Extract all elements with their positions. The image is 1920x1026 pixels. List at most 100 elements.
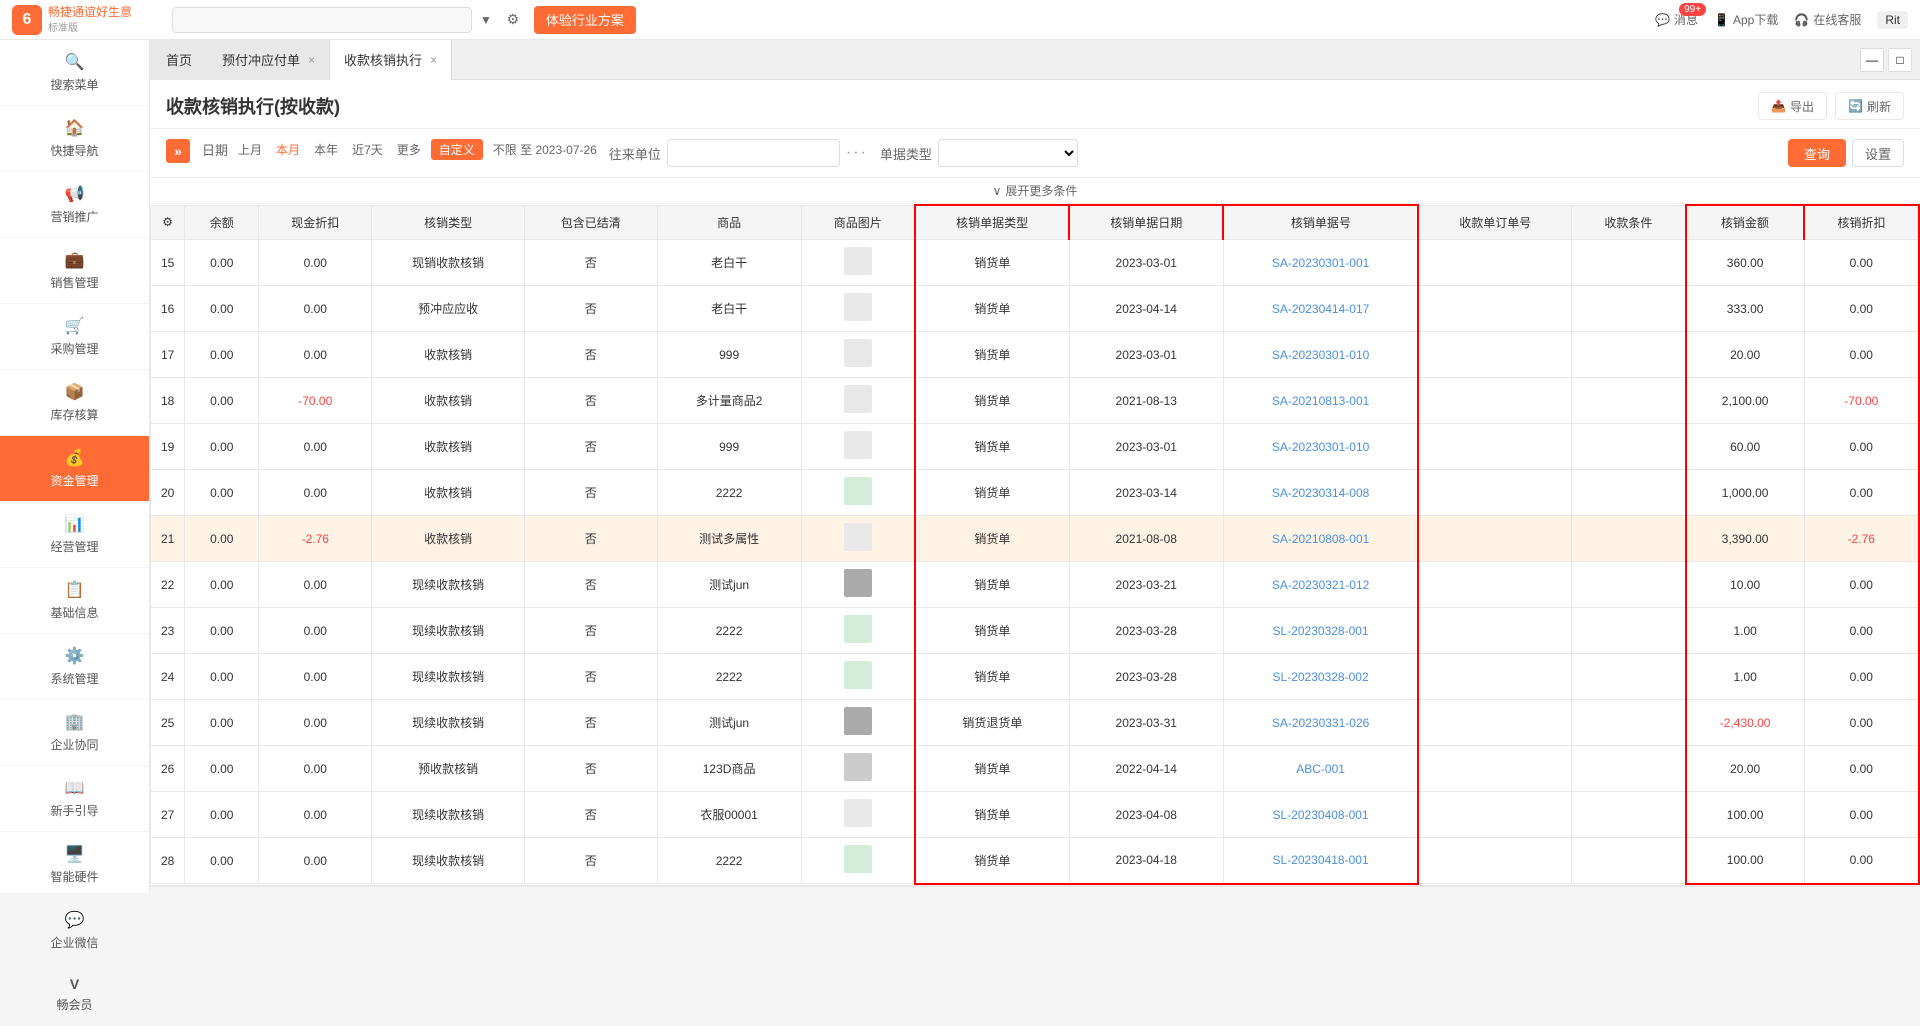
sidebar-item-smart-hw[interactable]: 🖥️ 智能硬件: [0, 832, 149, 898]
cell-verify-amount: -2,430.00: [1686, 700, 1804, 746]
cell-include-settled: 否: [524, 332, 657, 378]
verify-bill-no-link[interactable]: ABC-001: [1296, 762, 1345, 776]
this-year-link[interactable]: 本年: [310, 139, 342, 160]
col-include-settled: 包含已结清: [524, 205, 657, 240]
partner-input[interactable]: [667, 139, 840, 167]
cell-receipt-order-no: [1418, 516, 1571, 562]
expand-conditions-btn[interactable]: ∨ 展开更多条件: [993, 182, 1078, 199]
verify-bill-no-link[interactable]: SA-20230414-017: [1272, 302, 1369, 316]
verify-bill-no-link[interactable]: SL-20230408-001: [1273, 808, 1369, 822]
date-range-display: 不限 至 2023-07-26: [493, 141, 597, 158]
trial-industry-btn[interactable]: 体验行业方案: [534, 6, 636, 34]
cell-include-settled: 否: [524, 792, 657, 838]
sidebar-label: 营销推广: [50, 208, 98, 225]
user-name-badge[interactable]: Rit: [1877, 11, 1908, 29]
sidebar-item-sales[interactable]: 💼 销售管理: [0, 238, 149, 304]
col-verify-discount: 核销折扣: [1804, 205, 1919, 240]
cell-cash-discount: 0.00: [259, 700, 372, 746]
table-row: 25 0.00 0.00 现续收款核销 否 测试jun 销货退货单 2023-0…: [151, 700, 1920, 746]
cell-cash-discount: 0.00: [259, 654, 372, 700]
cell-row-num: 28: [151, 838, 185, 884]
tab-minimize-btn[interactable]: —: [1860, 48, 1884, 72]
sidebar-item-marketing[interactable]: 📢 营销推广: [0, 172, 149, 238]
app-download-link[interactable]: 📱 App下载: [1714, 11, 1778, 28]
sidebar-item-guide[interactable]: 📖 新手引导: [0, 766, 149, 832]
cell-verify-amount: 100.00: [1686, 792, 1804, 838]
sidebar-item-vip[interactable]: V 畅会员: [0, 964, 149, 1026]
prev-month-link[interactable]: 上月: [234, 139, 266, 160]
sidebar-item-enterprise[interactable]: 🏢 企业协同: [0, 700, 149, 766]
sidebar-item-inventory[interactable]: 📦 库存核算: [0, 370, 149, 436]
sidebar-item-system[interactable]: ⚙️ 系统管理: [0, 634, 149, 700]
cell-verify-type: 收款核销: [372, 332, 525, 378]
tab-receipt-verify[interactable]: 收款核销执行 ×: [330, 40, 452, 80]
col-receipt-order-no: 收款单订单号: [1418, 205, 1571, 240]
table-wrapper[interactable]: ⚙ 余额 现金折扣 核销类型 包含已结清 商品 商品图片 核销单据类型 核销单据…: [150, 204, 1920, 893]
page-title: 收款核销执行(按收款): [166, 93, 340, 119]
top-search-input[interactable]: [172, 7, 472, 33]
tab-home[interactable]: 首页: [150, 40, 208, 80]
cell-verify-bill-date: 2023-04-08: [1069, 792, 1223, 838]
query-btn[interactable]: 查询: [1788, 139, 1846, 167]
cell-verify-amount: 3,390.00: [1686, 516, 1804, 562]
marketing-icon: 📢: [65, 184, 85, 204]
cell-verify-discount: 0.00: [1804, 424, 1919, 470]
cell-balance: 0.00: [185, 562, 259, 608]
col-settings[interactable]: ⚙: [151, 205, 185, 240]
verify-bill-no-link[interactable]: SA-20230301-010: [1272, 348, 1369, 362]
verify-bill-no-link[interactable]: SA-20210813-001: [1272, 394, 1369, 408]
export-btn[interactable]: 📤 导出: [1758, 92, 1827, 120]
tab-actions: — □: [1860, 48, 1920, 72]
tab-prepay-close[interactable]: ×: [308, 53, 315, 67]
last7-link[interactable]: 近7天: [348, 139, 387, 160]
refresh-btn[interactable]: 🔄 刷新: [1835, 92, 1904, 120]
cell-verify-bill-no: SL-20230328-002: [1223, 654, 1418, 700]
filter-toggle-btn[interactable]: »: [166, 139, 190, 163]
verify-bill-no-link[interactable]: SA-20230321-012: [1272, 578, 1369, 592]
verify-bill-no-link[interactable]: SA-20230314-008: [1272, 486, 1369, 500]
verify-bill-no-link[interactable]: SA-20210808-001: [1272, 532, 1369, 546]
tab-prepay[interactable]: 预付冲应付单 ×: [208, 40, 330, 80]
cell-receipt-order-no: [1418, 700, 1571, 746]
cell-row-num: 27: [151, 792, 185, 838]
more-date-link[interactable]: 更多: [393, 139, 425, 160]
cell-cash-discount: 0.00: [259, 332, 372, 378]
settings-gear-btn[interactable]: ⚙: [500, 7, 526, 33]
cell-product-img: [801, 746, 915, 792]
custom-date-btn[interactable]: 自定义: [431, 139, 483, 160]
verify-bill-no-link[interactable]: SL-20230328-001: [1273, 624, 1369, 638]
cell-verify-bill-date: 2023-04-18: [1069, 838, 1223, 884]
verify-bill-no-link[interactable]: SA-20230301-001: [1272, 256, 1369, 270]
cell-verify-amount: 1,000.00: [1686, 470, 1804, 516]
verify-bill-no-link[interactable]: SA-20230301-010: [1272, 440, 1369, 454]
cell-verify-bill-type: 销货单: [915, 746, 1069, 792]
sidebar-item-operations[interactable]: 📊 经营管理: [0, 502, 149, 568]
filter-setting-btn[interactable]: 设置: [1852, 139, 1904, 167]
col-product: 商品: [657, 205, 801, 240]
verify-bill-no-link[interactable]: SL-20230418-001: [1273, 853, 1369, 867]
this-month-link[interactable]: 本月: [272, 139, 304, 160]
voucher-type-select[interactable]: [938, 139, 1078, 167]
search-dropdown-btn[interactable]: ▼: [480, 7, 492, 33]
sidebar-label: 库存核算: [50, 406, 98, 423]
sidebar-item-base-info[interactable]: 📋 基础信息: [0, 568, 149, 634]
tab-maximize-btn[interactable]: □: [1888, 48, 1912, 72]
cell-row-num: 22: [151, 562, 185, 608]
sidebar-item-purchase[interactable]: 🛒 采购管理: [0, 304, 149, 370]
verify-bill-no-link[interactable]: SA-20230331-026: [1272, 716, 1369, 730]
sidebar-item-finance[interactable]: 💰 资金管理: [0, 436, 149, 502]
cell-verify-discount: 0.00: [1804, 562, 1919, 608]
sidebar-item-wechat[interactable]: 💬 企业微信: [0, 898, 149, 964]
tab-receipt-verify-close[interactable]: ×: [430, 53, 437, 67]
refresh-icon: 🔄: [1848, 99, 1863, 113]
cell-verify-discount: 0.00: [1804, 470, 1919, 516]
cell-cash-discount: 0.00: [259, 562, 372, 608]
sidebar-item-search-menu[interactable]: 🔍 搜索菜单: [0, 40, 149, 106]
sidebar-label: 系统管理: [50, 670, 98, 687]
notification-area[interactable]: 💬 消息 99+: [1655, 11, 1698, 28]
verify-bill-no-link[interactable]: SL-20230328-002: [1273, 670, 1369, 684]
online-service-link[interactable]: 🎧 在线客服: [1794, 11, 1861, 28]
cell-verify-type: 预收款核销: [372, 746, 525, 792]
sidebar-item-quick-nav[interactable]: 🏠 快捷导航: [0, 106, 149, 172]
cell-verify-type: 现续收款核销: [372, 654, 525, 700]
